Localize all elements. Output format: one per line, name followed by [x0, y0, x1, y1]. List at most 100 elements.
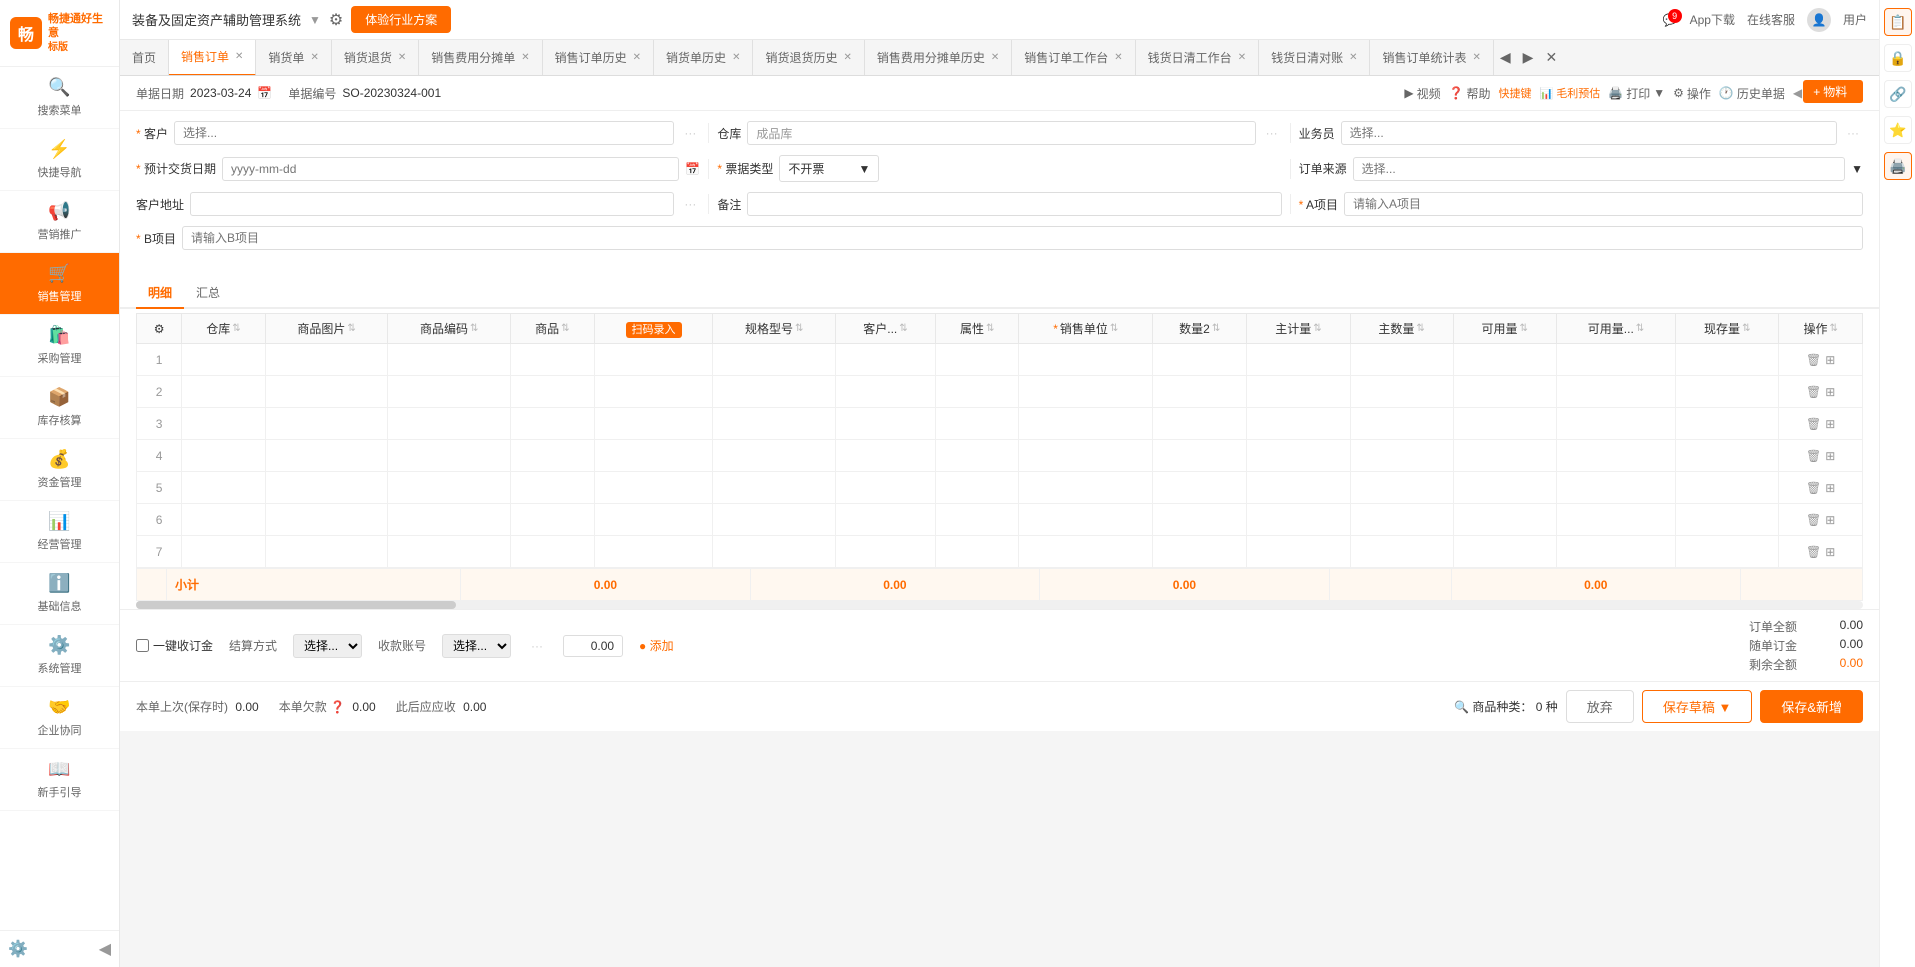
order-source-input[interactable]	[1353, 157, 1845, 181]
tab-close-8[interactable]: ✕	[991, 52, 999, 63]
profit-btn[interactable]: 📊 毛利预估	[1540, 85, 1601, 101]
date-value[interactable]: 2023-03-24	[190, 86, 251, 100]
copy-icon-row2[interactable]: ⊞	[1825, 385, 1835, 399]
tab-close-6[interactable]: ✕	[732, 52, 740, 63]
delivery-input[interactable]	[222, 157, 679, 181]
customer-more-icon[interactable]: ···	[680, 126, 700, 140]
delete-icon-row4[interactable]: 🗑	[1806, 449, 1821, 463]
copy-icon-row1[interactable]: ⊞	[1825, 353, 1835, 367]
sidebar-item-1[interactable]: ⚡快捷导航	[0, 129, 119, 191]
sort-icon-unit[interactable]: ⇅	[1110, 323, 1118, 334]
app-download-link[interactable]: App下载	[1690, 11, 1735, 28]
sidebar-item-11[interactable]: 📖新手引导	[0, 749, 119, 811]
copy-icon-row6[interactable]: ⊞	[1825, 513, 1835, 527]
tab-9[interactable]: 销售订单工作台✕	[1012, 40, 1135, 76]
tab-close-5[interactable]: ✕	[633, 52, 641, 63]
sort-icon-code[interactable]: ⇅	[470, 323, 478, 334]
tab-close-1[interactable]: ✕	[235, 51, 243, 62]
materials-btn[interactable]: + 物料	[1803, 80, 1863, 103]
warehouse-more-icon[interactable]: ···	[1262, 126, 1282, 140]
delete-icon-row2[interactable]: 🗑	[1806, 385, 1821, 399]
operation-btn[interactable]: ⚙ 操作	[1673, 85, 1711, 102]
tab-11[interactable]: 钱货日清对账✕	[1259, 40, 1370, 76]
date-picker-icon[interactable]: 📅	[257, 86, 272, 100]
shortcut-btn[interactable]: 快捷键	[1499, 85, 1532, 101]
sort-icon-action[interactable]: ⇅	[1829, 323, 1837, 334]
settings-bottom-icon[interactable]: ⚙️	[8, 939, 28, 959]
copy-icon-row5[interactable]: ⊞	[1825, 481, 1835, 495]
collapse-sidebar-icon[interactable]: ◀	[99, 939, 111, 959]
delete-icon-row3[interactable]: 🗑	[1806, 417, 1821, 431]
tab-close-10[interactable]: ✕	[1238, 52, 1246, 63]
sidebar-item-5[interactable]: 📦库存核算	[0, 377, 119, 439]
copy-icon-row7[interactable]: ⊞	[1825, 545, 1835, 559]
tab-6[interactable]: 销货单历史✕	[654, 40, 753, 76]
sidebar-item-9[interactable]: ⚙️系统管理	[0, 625, 119, 687]
invoice-select[interactable]: 不开票 ▼	[779, 155, 879, 182]
table-scroll[interactable]	[136, 601, 1863, 609]
tab-close-3[interactable]: ✕	[398, 52, 406, 63]
cell-row3-action[interactable]: 🗑⊞	[1779, 408, 1863, 440]
cell-row5-action[interactable]: 🗑⊞	[1779, 472, 1863, 504]
account-select[interactable]: 选择...	[442, 634, 511, 658]
one-click-checkbox[interactable]	[136, 639, 149, 652]
sort-icon-product[interactable]: ⇅	[561, 323, 569, 334]
salesperson-more-icon[interactable]: ···	[1843, 126, 1863, 140]
sidebar-item-0[interactable]: 🔍搜索菜单	[0, 67, 119, 129]
delete-icon-row7[interactable]: 🗑	[1806, 545, 1821, 559]
sidebar-item-8[interactable]: ℹ️基础信息	[0, 563, 119, 625]
detail-tab-1[interactable]: 汇总	[184, 278, 232, 309]
scan-btn[interactable]: 扫码录入	[626, 322, 682, 338]
delete-icon-row1[interactable]: 🗑	[1806, 353, 1821, 367]
tab-5[interactable]: 销售订单历史✕	[543, 40, 654, 76]
customer-input[interactable]	[174, 121, 674, 145]
address-input[interactable]	[190, 192, 674, 216]
tab-3[interactable]: 销货退货✕	[332, 40, 419, 76]
one-click-label[interactable]: 一键收订金	[136, 637, 213, 654]
history-btn[interactable]: 🕐 历史单据	[1719, 85, 1785, 102]
warehouse-input[interactable]	[747, 121, 1255, 145]
solution-button[interactable]: 体验行业方案	[351, 6, 451, 33]
sidebar-item-2[interactable]: 📢营销推广	[0, 191, 119, 253]
sort-icon-spec[interactable]: ⇅	[795, 323, 803, 334]
payment-select[interactable]: 选择...	[293, 634, 362, 658]
message-badge[interactable]: 💬 9	[1663, 13, 1678, 27]
sort-icon-qty2[interactable]: ⇅	[1212, 323, 1220, 334]
sort-icon-main_qty[interactable]: ⇅	[1416, 323, 1424, 334]
delete-icon-row5[interactable]: 🗑	[1806, 481, 1821, 495]
delivery-calendar-icon[interactable]: 📅	[685, 162, 700, 176]
video-btn[interactable]: ▶ 视频	[1404, 85, 1440, 102]
tab-close-all-btn[interactable]: ✕	[1539, 49, 1563, 66]
tab-close-2[interactable]: ✕	[310, 52, 318, 63]
help-btn[interactable]: ❓ 帮助	[1449, 85, 1491, 102]
delete-icon-row6[interactable]: 🗑	[1806, 513, 1821, 527]
prev-record-icon[interactable]: ◀	[1793, 86, 1802, 100]
sort-icon-customer_code[interactable]: ⇅	[899, 323, 907, 334]
tab-2[interactable]: 销货单✕	[256, 40, 331, 76]
tab-next-btn[interactable]: ▶	[1517, 49, 1540, 66]
detail-tab-0[interactable]: 明细	[136, 278, 184, 309]
save-new-button[interactable]: 保存&新增	[1760, 690, 1863, 723]
sort-icon-current[interactable]: ⇅	[1742, 323, 1750, 334]
cell-row2-action[interactable]: 🗑⊞	[1779, 376, 1863, 408]
sidebar-item-3[interactable]: 🛒销售管理	[0, 253, 119, 315]
tab-8[interactable]: 销售费用分摊单历史✕	[865, 40, 1012, 76]
add-button[interactable]: ● 添加	[639, 637, 674, 654]
rs-btn-3[interactable]: 🔗	[1884, 80, 1912, 108]
sort-icon-image[interactable]: ⇅	[347, 323, 355, 334]
tab-4[interactable]: 销售费用分摊单✕	[419, 40, 542, 76]
rs-btn-4[interactable]: ⭐	[1884, 116, 1912, 144]
col-settings-icon[interactable]: ⚙	[154, 322, 165, 336]
tab-close-11[interactable]: ✕	[1349, 52, 1357, 63]
save-draft-button[interactable]: 保存草稿 ▼	[1642, 690, 1753, 723]
rs-btn-1[interactable]: 📋	[1884, 8, 1912, 36]
copy-icon-row4[interactable]: ⊞	[1825, 449, 1835, 463]
sidebar-item-4[interactable]: 🛍️采购管理	[0, 315, 119, 377]
cell-row7-action[interactable]: 🗑⊞	[1779, 536, 1863, 568]
tab-1[interactable]: 销售订单✕	[169, 40, 256, 76]
system-dropdown-icon[interactable]: ▼	[309, 13, 321, 27]
sort-icon-main_unit[interactable]: ⇅	[1313, 323, 1321, 334]
account-more-icon[interactable]: ···	[527, 639, 547, 653]
settings-icon[interactable]: ⚙	[329, 10, 343, 30]
cell-row1-action[interactable]: 🗑⊞	[1779, 344, 1863, 376]
